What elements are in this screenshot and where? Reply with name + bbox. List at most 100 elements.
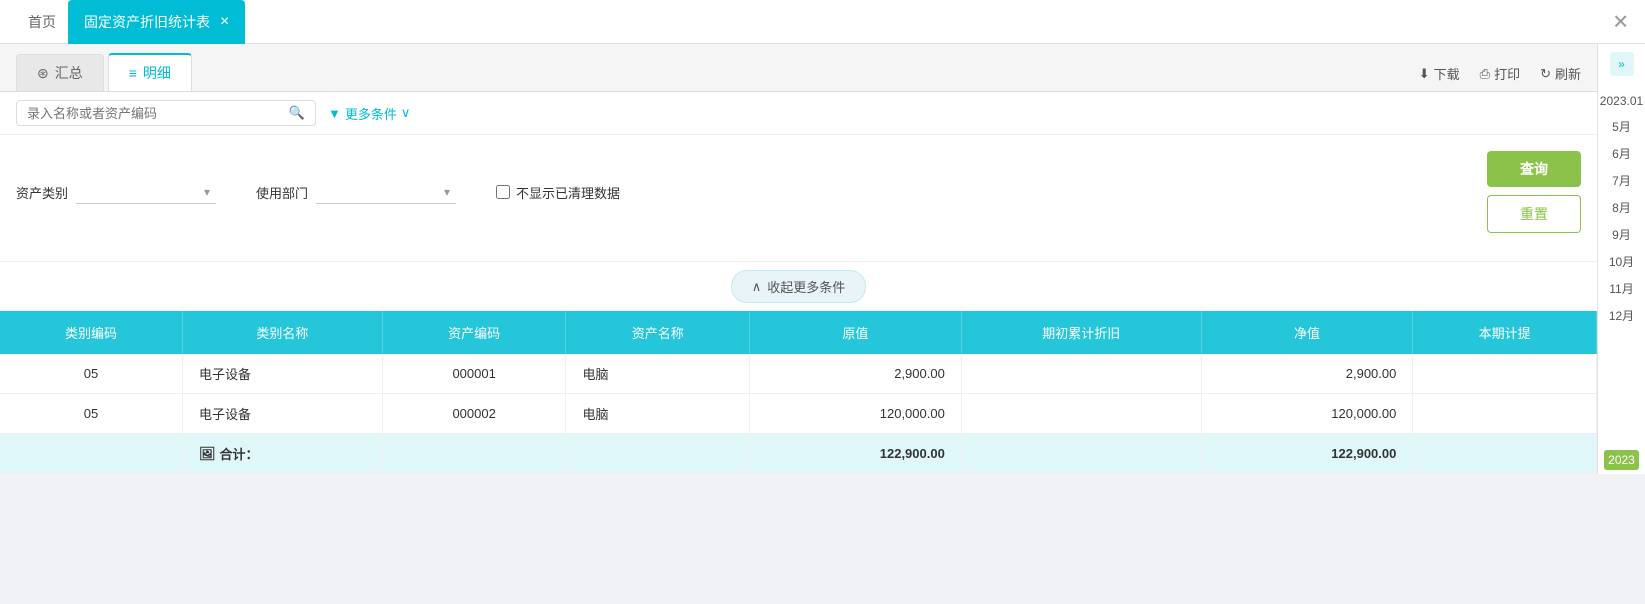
download-label: 下载 (1434, 64, 1460, 83)
download-button[interactable]: ⬇ 下载 (1419, 64, 1460, 83)
department-select-wrapper (316, 180, 456, 204)
col-header-category-name: 类别名称 (183, 311, 383, 354)
cell-asset-code: 000001 (382, 354, 566, 394)
col-header-accumulated: 期初累计折旧 (961, 311, 1201, 354)
asset-category-select-wrapper (76, 180, 216, 204)
table-row: 05 电子设备 000002 电脑 120,000.00 120,000.00 (0, 394, 1597, 434)
collapse-icon: ∧ (752, 279, 762, 295)
action-buttons: 查询 重置 (1487, 151, 1581, 233)
hide-cleared-field[interactable]: 不显示已清理数据 (496, 183, 620, 202)
download-icon: ⬇ (1419, 66, 1430, 82)
filter-icon: ▼ (328, 106, 341, 121)
reset-button[interactable]: 重置 (1487, 195, 1581, 233)
chevron-down-icon: ∨ (401, 105, 411, 121)
asset-category-label: 资产类别 (16, 183, 68, 202)
print-label: 打印 (1494, 64, 1520, 83)
tab-detail[interactable]: ≡ 明细 (108, 53, 192, 91)
total-accumulated (961, 434, 1201, 474)
tab-summary[interactable]: ⊛ 汇总 (16, 54, 104, 91)
col-header-original-value: 原值 (750, 311, 962, 354)
nav-tab-active[interactable]: 固定资产折旧统计表 × (68, 0, 245, 44)
detail-icon: ≡ (129, 65, 137, 81)
tab-actions: ⬇ 下载 ⎙ 打印 ↻ 刷新 (1419, 64, 1581, 91)
cell-category-code: 05 (0, 394, 183, 434)
total-net-value: 122,900.00 (1201, 434, 1413, 474)
nav-tab-label: 固定资产折旧统计表 (84, 12, 210, 32)
window-close-button[interactable]: ✕ (1612, 9, 1629, 34)
total-label-cell (0, 434, 183, 474)
sidebar-month-8[interactable]: 8月 (1598, 195, 1645, 220)
search-input[interactable] (27, 106, 281, 121)
right-sidebar: » 2023.01 5月 6月 7月 8月 9月 10月 11月 12月 202… (1597, 44, 1645, 474)
total-icon: 🖼 (199, 446, 216, 462)
table-row: 05 电子设备 000001 电脑 2,900.00 2,900.00 (0, 354, 1597, 394)
top-nav: 首页 固定资产折旧统计表 × ✕ (0, 0, 1645, 44)
collapse-button[interactable]: ∧ 收起更多条件 (731, 270, 867, 303)
sidebar-year-badge[interactable]: 2023 (1604, 450, 1639, 470)
department-label: 使用部门 (256, 183, 308, 202)
search-field[interactable]: 🔍 (16, 100, 316, 126)
total-empty-1 (382, 434, 566, 474)
total-empty-2 (566, 434, 750, 474)
print-button[interactable]: ⎙ 打印 (1480, 64, 1520, 83)
refresh-button[interactable]: ↻ 刷新 (1540, 64, 1581, 83)
sidebar-month-10[interactable]: 10月 (1598, 249, 1645, 274)
sidebar-month-6[interactable]: 6月 (1598, 141, 1645, 166)
cell-current-dep (1413, 394, 1597, 434)
sidebar-date-label[interactable]: 2023.01 (1598, 90, 1645, 112)
sidebar-month-11[interactable]: 11月 (1598, 276, 1645, 301)
hide-cleared-checkbox[interactable] (496, 185, 510, 199)
print-icon: ⎙ (1480, 66, 1490, 82)
conditions-panel: 资产类别 使用部门 (0, 135, 1597, 262)
tab-group: ⊛ 汇总 ≡ 明细 (16, 53, 192, 91)
col-header-asset-name: 资产名称 (566, 311, 750, 354)
sidebar-expand-arrow[interactable]: » (1610, 52, 1634, 76)
sidebar-month-7[interactable]: 7月 (1598, 168, 1645, 193)
cell-asset-name: 电脑 (566, 354, 750, 394)
cell-original-value: 2,900.00 (750, 354, 962, 394)
cell-net-value: 2,900.00 (1201, 354, 1413, 394)
cell-accumulated (961, 394, 1201, 434)
tab-row: ⊛ 汇总 ≡ 明细 ⬇ 下载 ⎙ 打印 ↻ 刷新 (0, 44, 1597, 92)
cell-current-dep (1413, 354, 1597, 394)
total-current-dep (1413, 434, 1597, 474)
col-header-current-dep: 本期计提 (1413, 311, 1597, 354)
query-button[interactable]: 查询 (1487, 151, 1581, 187)
sidebar-month-5[interactable]: 5月 (1598, 114, 1645, 139)
nav-home[interactable]: 首页 (16, 12, 68, 32)
total-row: 🖼 合计： 122,900.00 122,900.00 (0, 434, 1597, 474)
summary-icon: ⊛ (37, 65, 49, 82)
sidebar-month-9[interactable]: 9月 (1598, 222, 1645, 247)
cell-category-name: 电子设备 (183, 354, 383, 394)
nav-tab-close[interactable]: × (220, 13, 229, 31)
collapse-bar: ∧ 收起更多条件 (0, 262, 1597, 311)
cell-original-value: 120,000.00 (750, 394, 962, 434)
asset-category-select[interactable] (76, 180, 216, 204)
tab-summary-label: 汇总 (55, 63, 83, 83)
department-select[interactable] (316, 180, 456, 204)
hide-cleared-label: 不显示已清理数据 (516, 183, 620, 202)
search-icon: 🔍 (289, 105, 305, 121)
asset-category-field: 资产类别 (16, 180, 216, 204)
main-content: ⊛ 汇总 ≡ 明细 ⬇ 下载 ⎙ 打印 ↻ 刷新 (0, 44, 1597, 474)
more-conditions-toggle[interactable]: ▼ 更多条件 ∨ (328, 104, 410, 123)
refresh-icon: ↻ (1540, 66, 1551, 82)
tab-detail-label: 明细 (143, 63, 171, 83)
col-header-net-value: 净值 (1201, 311, 1413, 354)
cell-accumulated (961, 354, 1201, 394)
col-header-asset-code: 资产编码 (382, 311, 566, 354)
department-field: 使用部门 (256, 180, 456, 204)
more-conditions-label: 更多条件 (345, 104, 397, 123)
total-text: 合计： (220, 444, 259, 463)
total-label-text: 🖼 合计： (183, 434, 383, 474)
cell-net-value: 120,000.00 (1201, 394, 1413, 434)
cell-category-name: 电子设备 (183, 394, 383, 434)
sidebar-month-12[interactable]: 12月 (1598, 303, 1645, 328)
main-layout: ⊛ 汇总 ≡ 明细 ⬇ 下载 ⎙ 打印 ↻ 刷新 (0, 44, 1645, 474)
cell-category-code: 05 (0, 354, 183, 394)
filter-bar: 🔍 ▼ 更多条件 ∨ (0, 92, 1597, 135)
cell-asset-code: 000002 (382, 394, 566, 434)
total-original-value: 122,900.00 (750, 434, 962, 474)
refresh-label: 刷新 (1555, 64, 1581, 83)
data-table: 类别编码 类别名称 资产编码 资产名称 原值 期初累计折旧 净值 本期计提 05… (0, 311, 1597, 474)
